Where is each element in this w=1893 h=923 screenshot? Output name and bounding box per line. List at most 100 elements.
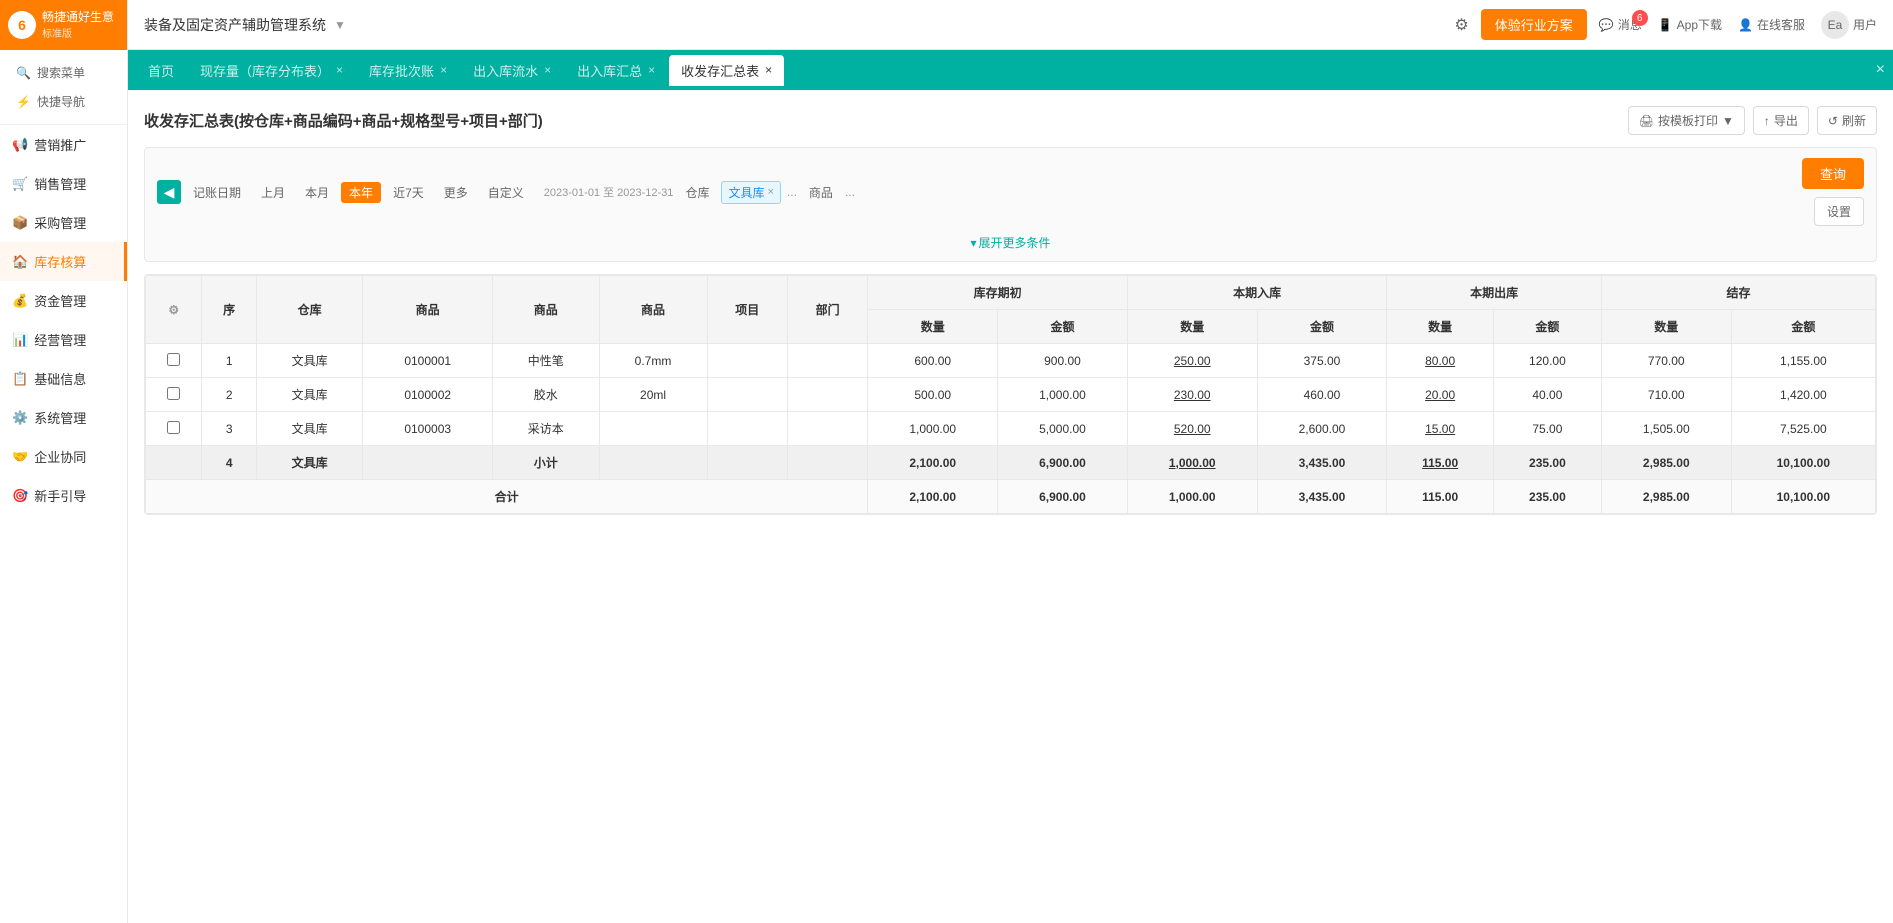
- tab-recv-send-label: 收发存汇总表: [681, 61, 759, 80]
- row3-in-qty[interactable]: 520.00: [1127, 412, 1257, 446]
- row3-in-amt: 2,600.00: [1257, 412, 1387, 446]
- tab-batch[interactable]: 库存批次账 ×: [357, 55, 459, 86]
- row2-opening-amt: 1,000.00: [998, 378, 1128, 412]
- row2-closing-qty: 710.00: [1601, 378, 1731, 412]
- row3-checkbox[interactable]: [146, 412, 202, 446]
- system-icon: ⚙️: [12, 410, 28, 426]
- subtotal-in-amt: 3,435.00: [1257, 446, 1387, 480]
- print-template-btn[interactable]: 🖨 按模板打印 ▼: [1628, 106, 1745, 135]
- page-title: 收发存汇总表(按仓库+商品编码+商品+规格型号+项目+部门): [144, 110, 543, 131]
- th-settings[interactable]: ⚙: [146, 276, 202, 344]
- goods-more-btn[interactable]: ...: [845, 185, 855, 199]
- date-btn-more[interactable]: 更多: [436, 182, 476, 203]
- search-menu-item[interactable]: 🔍 搜索菜单: [8, 58, 119, 87]
- warehouse-tag-close[interactable]: ×: [767, 186, 773, 198]
- tab-inout-summary-label: 出入库汇总: [577, 61, 642, 80]
- online-service-label: 在线客服: [1757, 16, 1805, 33]
- tab-stock-dist-label: 现存量（库存分布表）: [200, 61, 330, 80]
- row3-check-input[interactable]: [167, 421, 180, 434]
- row3-opening-qty: 1,000.00: [868, 412, 998, 446]
- sidebar-nav-item-purchase[interactable]: 📦 采购管理: [0, 203, 127, 242]
- user-label: 用户: [1853, 16, 1877, 33]
- date-btn-prev-month[interactable]: 上月: [253, 182, 293, 203]
- sidebar-nav-item-system[interactable]: ⚙️ 系统管理: [0, 398, 127, 437]
- quick-nav-item[interactable]: ⚡ 快捷导航: [8, 87, 119, 116]
- sidebar-nav-item-inventory[interactable]: 🏠 库存核算: [0, 242, 127, 281]
- footer-label: 合计: [146, 480, 868, 514]
- date-btn-cur-year[interactable]: 本年: [341, 182, 381, 203]
- sidebar-nav-item-finance[interactable]: 💰 资金管理: [0, 281, 127, 320]
- row3-dept: [787, 412, 867, 446]
- tab-recv-send[interactable]: 收发存汇总表 ×: [669, 55, 784, 86]
- th-out-amt: 金额: [1493, 310, 1601, 344]
- warehouse-tag: 文具库 ×: [721, 181, 780, 204]
- date-options: 上月 本月 本年 近7天 更多 自定义: [253, 182, 532, 203]
- sidebar-nav-item-basic[interactable]: 📋 基础信息: [0, 359, 127, 398]
- row2-checkbox[interactable]: [146, 378, 202, 412]
- sidebar-nav-item-newbie[interactable]: 🎯 新手引导: [0, 476, 127, 515]
- row3-out-amt: 75.00: [1493, 412, 1601, 446]
- row1-out-qty[interactable]: 80.00: [1387, 344, 1494, 378]
- tab-stock-dist[interactable]: 现存量（库存分布表） ×: [188, 55, 355, 86]
- subtotal-in-qty[interactable]: 1,000.00: [1127, 446, 1257, 480]
- row3-out-qty[interactable]: 15.00: [1387, 412, 1494, 446]
- row1-in-amt: 375.00: [1257, 344, 1387, 378]
- app-download-item[interactable]: 📱 App下载: [1658, 16, 1722, 33]
- page-content: 收发存汇总表(按仓库+商品编码+商品+规格型号+项目+部门) 🖨 按模板打印 ▼…: [128, 90, 1893, 923]
- tabbar-close-btn[interactable]: ×: [1876, 61, 1885, 79]
- export-btn[interactable]: ↑ 导出: [1753, 106, 1809, 135]
- row2-in-qty[interactable]: 230.00: [1127, 378, 1257, 412]
- row2-name: 胶水: [493, 378, 599, 412]
- settings-btn[interactable]: 设置: [1814, 197, 1864, 226]
- print-icon: 🖨: [1639, 114, 1654, 128]
- online-service-item[interactable]: 👤 在线客服: [1738, 16, 1805, 33]
- row2-out-qty[interactable]: 20.00: [1387, 378, 1494, 412]
- date-btn-7days[interactable]: 近7天: [385, 182, 432, 203]
- row3-name: 采访本: [493, 412, 599, 446]
- enterprise-label: 企业协同: [34, 447, 86, 466]
- th-opening-amt: 金额: [998, 310, 1128, 344]
- message-icon-item[interactable]: 💬 消息 6: [1599, 16, 1642, 33]
- table-total-row: 合计 2,100.00 6,900.00 1,000.00 3,435.00 1…: [146, 480, 1876, 514]
- warehouse-filter-label: 仓库: [685, 184, 709, 201]
- filter-collapse-btn[interactable]: ◀: [157, 180, 181, 204]
- date-btn-custom[interactable]: 自定义: [480, 182, 532, 203]
- sidebar-nav-item-operation[interactable]: 📊 经营管理: [0, 320, 127, 359]
- tab-inout-flow[interactable]: 出入库流水 ×: [461, 55, 563, 86]
- warehouse-more-btn[interactable]: ...: [787, 185, 797, 199]
- refresh-btn[interactable]: ↺ 刷新: [1817, 106, 1877, 135]
- sidebar-nav-item-sales[interactable]: 🛒 销售管理: [0, 164, 127, 203]
- inventory-label: 库存核算: [34, 252, 86, 271]
- row1-check-input[interactable]: [167, 353, 180, 366]
- row1-in-qty[interactable]: 250.00: [1127, 344, 1257, 378]
- row1-checkbox[interactable]: [146, 344, 202, 378]
- expand-more-btn[interactable]: ▾ 展开更多条件: [970, 234, 1050, 251]
- tab-batch-close[interactable]: ×: [440, 64, 447, 76]
- th-group-in: 本期入库: [1127, 276, 1387, 310]
- sidebar-search-section: 🔍 搜索菜单 ⚡ 快捷导航: [0, 50, 127, 125]
- marketing-label: 营销推广: [34, 135, 86, 154]
- tab-recv-send-close[interactable]: ×: [765, 64, 772, 76]
- tab-inout-summary[interactable]: 出入库汇总 ×: [565, 55, 667, 86]
- experience-btn[interactable]: 体验行业方案: [1481, 9, 1587, 40]
- warehouse-filter: 文具库 × ...: [721, 181, 796, 204]
- purchase-icon: 📦: [12, 215, 28, 231]
- logo-title: 畅捷通好生意: [42, 10, 114, 26]
- expand-label: 展开更多条件: [979, 234, 1051, 251]
- system-dropdown-icon[interactable]: ▼: [334, 18, 346, 32]
- sidebar-nav-item-marketing[interactable]: 📢 营销推广: [0, 125, 127, 164]
- settings-icon[interactable]: ⚙: [1454, 15, 1468, 35]
- user-item[interactable]: Ea 用户: [1821, 11, 1877, 39]
- tab-inout-flow-close[interactable]: ×: [544, 64, 551, 76]
- tab-stock-dist-close[interactable]: ×: [336, 64, 343, 76]
- subtotal-out-qty[interactable]: 115.00: [1387, 446, 1494, 480]
- tab-home[interactable]: 首页: [136, 55, 186, 86]
- date-btn-cur-month[interactable]: 本月: [297, 182, 337, 203]
- avatar: Ea: [1821, 11, 1849, 39]
- enterprise-icon: 🤝: [12, 449, 28, 465]
- query-btn[interactable]: 查询: [1802, 158, 1864, 189]
- row2-check-input[interactable]: [167, 387, 180, 400]
- sidebar-nav-item-enterprise[interactable]: 🤝 企业协同: [0, 437, 127, 476]
- tab-inout-summary-close[interactable]: ×: [648, 64, 655, 76]
- subtotal-dept: [787, 446, 867, 480]
